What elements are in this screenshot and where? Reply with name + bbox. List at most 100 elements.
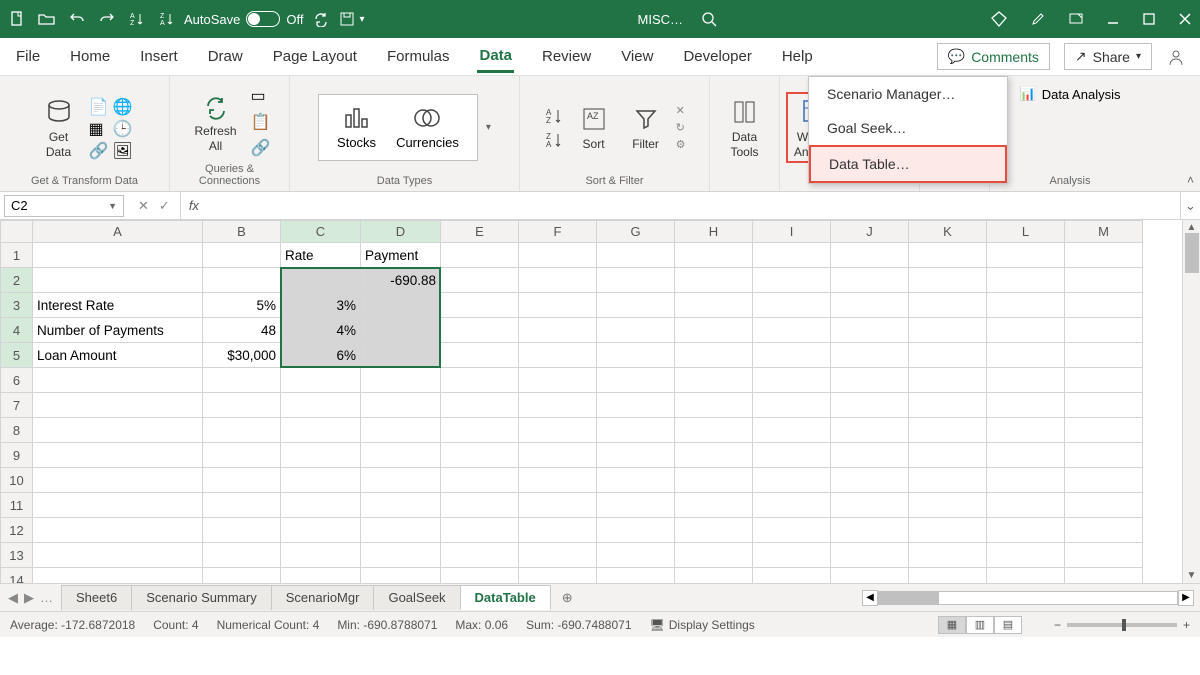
tab-help[interactable]: Help (780, 42, 815, 71)
col-header[interactable]: M (1065, 221, 1143, 243)
name-box[interactable]: C2▼ (4, 195, 124, 217)
from-table-icon[interactable]: ▦ (89, 119, 107, 137)
col-header[interactable]: B (203, 221, 281, 243)
from-pic-icon[interactable]: 🖼 (113, 141, 131, 159)
col-header[interactable]: E (441, 221, 519, 243)
tab-home[interactable]: Home (68, 42, 112, 71)
vertical-scrollbar[interactable]: ▲ ▼ (1182, 220, 1200, 583)
stocks-item[interactable]: Stocks (337, 105, 376, 150)
tab-nav-dots[interactable]: … (40, 590, 53, 606)
minimize-icon[interactable] (1106, 12, 1120, 26)
col-header[interactable]: A (33, 221, 203, 243)
refresh-all-button[interactable]: Refresh All (189, 88, 243, 155)
horizontal-scrollbar[interactable] (878, 591, 1178, 605)
sheet-tab-active[interactable]: DataTable (460, 585, 551, 610)
goal-seek-item[interactable]: Goal Seek… (809, 111, 1007, 145)
tab-nav-next-icon[interactable]: ▶ (24, 590, 34, 606)
add-sheet-icon[interactable]: ⊕ (550, 590, 585, 606)
row-header[interactable]: 11 (1, 493, 33, 518)
sync-icon[interactable] (313, 11, 329, 27)
new-file-icon[interactable] (8, 10, 26, 28)
queries-icon[interactable]: ▭ (251, 86, 271, 106)
scenario-manager-item[interactable]: Scenario Manager… (809, 77, 1007, 111)
row-header[interactable]: 14 (1, 568, 33, 584)
col-header[interactable]: D (361, 221, 441, 243)
account-icon[interactable] (1166, 47, 1186, 67)
existing-conn-icon[interactable]: 🔗 (89, 141, 107, 159)
sort-za-icon[interactable]: ZA (544, 130, 564, 150)
sort-button[interactable]: AZ Sort (572, 101, 616, 153)
sort-desc-icon[interactable]: ZA (158, 10, 176, 28)
normal-view-icon[interactable]: ▦ (938, 616, 966, 634)
col-header[interactable]: K (909, 221, 987, 243)
scroll-up-icon[interactable]: ▲ (1187, 222, 1197, 233)
advanced-icon[interactable]: ⚙ (676, 138, 686, 151)
row-header[interactable]: 7 (1, 393, 33, 418)
tab-data[interactable]: Data (477, 41, 514, 73)
reapply-icon[interactable]: ↻ (676, 121, 686, 134)
tab-draw[interactable]: Draw (206, 42, 245, 71)
row-header[interactable]: 6 (1, 368, 33, 393)
row-header[interactable]: 9 (1, 443, 33, 468)
row-header[interactable]: 10 (1, 468, 33, 493)
save-icon[interactable] (339, 11, 355, 27)
clear-filter-icon[interactable]: ✕ (676, 104, 686, 117)
row-header[interactable]: 2 (1, 268, 33, 293)
diamond-icon[interactable] (990, 10, 1008, 28)
tab-insert[interactable]: Insert (138, 42, 180, 71)
search-icon[interactable] (701, 11, 717, 27)
tab-review[interactable]: Review (540, 42, 593, 71)
filter-button[interactable]: Filter (624, 101, 668, 153)
scroll-thumb[interactable] (1185, 233, 1199, 273)
data-tools-button[interactable]: Data Tools (723, 94, 767, 161)
tab-file[interactable]: File (14, 42, 42, 71)
collapse-ribbon-icon[interactable]: ˄ (1187, 173, 1194, 187)
data-table-item[interactable]: Data Table… (809, 145, 1007, 183)
tab-formulas[interactable]: Formulas (385, 42, 452, 71)
cancel-icon[interactable]: ✕ (138, 198, 149, 214)
col-header[interactable]: J (831, 221, 909, 243)
sort-asc-icon[interactable]: AZ (128, 10, 146, 28)
data-types-gallery[interactable]: Stocks Currencies (318, 94, 478, 161)
col-header[interactable]: G (597, 221, 675, 243)
col-header[interactable]: H (675, 221, 753, 243)
enter-icon[interactable]: ✓ (159, 198, 170, 214)
row-header[interactable]: 8 (1, 418, 33, 443)
ribbon-display-icon[interactable] (1068, 11, 1084, 27)
cell-C2[interactable] (281, 268, 361, 293)
tab-developer[interactable]: Developer (681, 42, 753, 71)
close-icon[interactable] (1178, 12, 1192, 26)
page-break-view-icon[interactable]: ▤ (994, 616, 1022, 634)
hscroll-left-icon[interactable]: ◀ (862, 590, 878, 606)
page-layout-view-icon[interactable]: ▥ (966, 616, 994, 634)
from-web-icon[interactable]: 🌐 (113, 97, 131, 115)
col-header[interactable]: F (519, 221, 597, 243)
autosave-toggle[interactable]: AutoSave Off (184, 11, 303, 27)
zoom-out-icon[interactable]: − (1054, 618, 1061, 632)
formula-input[interactable] (207, 192, 1180, 219)
tab-view[interactable]: View (619, 42, 655, 71)
comments-button[interactable]: 💬Comments (937, 43, 1050, 70)
edit-links-icon[interactable]: 🔗 (251, 138, 271, 158)
row-header[interactable]: 12 (1, 518, 33, 543)
row-header[interactable]: 13 (1, 543, 33, 568)
sort-az-icon[interactable]: AZ (544, 106, 564, 126)
scroll-down-icon[interactable]: ▼ (1187, 570, 1197, 581)
zoom-slider[interactable] (1067, 623, 1177, 627)
sheet-tab[interactable]: Sheet6 (61, 585, 132, 610)
data-analysis-button[interactable]: 📊 Data Analysis (1020, 86, 1121, 102)
select-all-corner[interactable] (1, 221, 33, 243)
col-header[interactable]: L (987, 221, 1065, 243)
brush-icon[interactable] (1030, 11, 1046, 27)
row-header[interactable]: 4 (1, 318, 33, 343)
expand-formula-icon[interactable]: ⌄ (1180, 192, 1200, 219)
zoom-control[interactable]: − + (1054, 618, 1190, 632)
hscroll-right-icon[interactable]: ▶ (1178, 590, 1194, 606)
sheet-tab[interactable]: Scenario Summary (131, 585, 272, 610)
share-button[interactable]: ↗Share▾ (1064, 43, 1152, 70)
from-text-icon[interactable]: 📄 (89, 97, 107, 115)
currencies-item[interactable]: Currencies (396, 105, 459, 150)
open-file-icon[interactable] (38, 10, 56, 28)
col-header[interactable]: C (281, 221, 361, 243)
sheet-tab[interactable]: GoalSeek (373, 585, 460, 610)
